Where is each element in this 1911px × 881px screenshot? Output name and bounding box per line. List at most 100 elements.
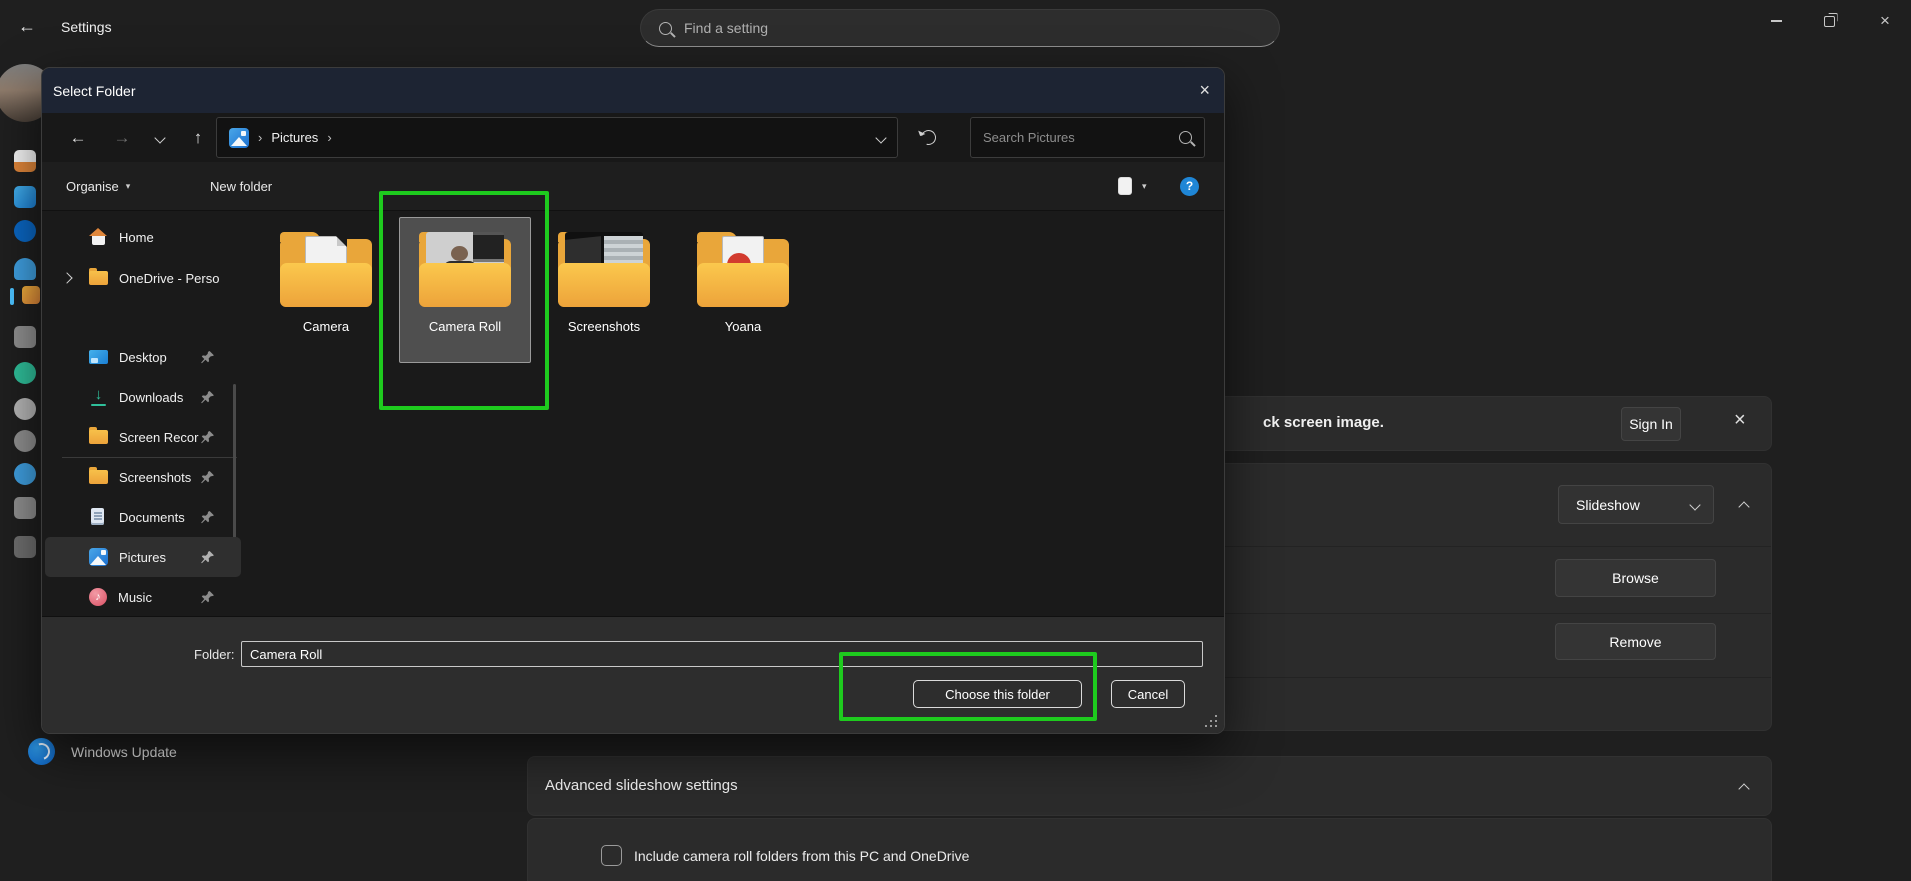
- gaming-nav-icon[interactable]: [14, 430, 36, 452]
- refresh-icon: [917, 127, 939, 148]
- sidebar-item-label: Home: [119, 229, 154, 245]
- home-icon: [89, 228, 108, 246]
- app-back-button[interactable]: ←: [18, 16, 36, 37]
- minimize-button[interactable]: [1753, 0, 1799, 42]
- sidebar-item-pictures[interactable]: Pictures: [45, 537, 241, 577]
- music-icon: ♪: [89, 588, 107, 606]
- remove-label: Remove: [1609, 633, 1662, 650]
- folder-tile-screenshots[interactable]: Screenshots: [538, 217, 670, 363]
- pin-icon: [201, 511, 214, 524]
- sidebar-item-music[interactable]: ♪ Music: [45, 577, 241, 617]
- pictures-location-icon: [229, 127, 249, 148]
- settings-search-input[interactable]: Find a setting: [640, 9, 1280, 47]
- dialog-title: Select Folder: [53, 82, 136, 99]
- view-options-button[interactable]: ▾: [1118, 162, 1147, 210]
- address-dropdown-chevron[interactable]: [875, 131, 887, 144]
- chevron-down-icon: [1689, 498, 1701, 511]
- pin-icon: [201, 431, 214, 444]
- sidebar-item-onedrive[interactable]: OneDrive - Perso: [45, 258, 241, 298]
- nav-back-button[interactable]: ←: [58, 113, 98, 162]
- pin-icon: [201, 471, 214, 484]
- cancel-button[interactable]: Cancel: [1111, 680, 1185, 708]
- up-arrow-icon: ↑: [193, 127, 203, 147]
- download-icon: ↓: [89, 387, 108, 406]
- search-icon: [659, 21, 672, 35]
- network-nav-icon[interactable]: [14, 258, 36, 280]
- breadcrumb-separator: ›: [258, 130, 263, 145]
- organise-menu-button[interactable]: Organise ▾: [66, 162, 130, 210]
- sign-in-button[interactable]: Sign In: [1621, 407, 1681, 441]
- resize-grip[interactable]: [1205, 715, 1217, 727]
- advanced-slideshow-card[interactable]: Advanced slideshow settings: [527, 756, 1772, 816]
- time-language-nav-icon[interactable]: [14, 398, 36, 420]
- dialog-toolbar: Organise ▾ New folder ▾ ?: [42, 162, 1224, 211]
- organise-label: Organise: [66, 178, 119, 194]
- dialog-close-button[interactable]: ×: [1199, 80, 1210, 101]
- folder-field-label: Folder:: [194, 647, 235, 662]
- sidebar-item-downloads[interactable]: ↓ Downloads: [45, 377, 241, 417]
- camera-roll-option-card: Include camera roll folders from this PC…: [527, 818, 1772, 881]
- sidebar-item-label: Documents: [119, 509, 185, 525]
- sidebar-item-label: Desktop: [119, 349, 167, 365]
- nav-forward-button[interactable]: →: [102, 113, 142, 162]
- sidebar-item-documents[interactable]: Documents: [45, 497, 241, 537]
- collapse-advanced-chevron[interactable]: [1738, 783, 1750, 795]
- pin-icon: [201, 351, 214, 364]
- sidebar-item-windows-update[interactable]: Windows Update: [28, 738, 177, 765]
- breadcrumb-pictures[interactable]: Pictures: [271, 130, 318, 145]
- folder-icon: [89, 467, 108, 488]
- recent-locations-button[interactable]: [144, 113, 176, 162]
- privacy-nav-icon[interactable]: [14, 497, 36, 519]
- highlight-box-camera-roll: [379, 191, 549, 410]
- sidebar-item-home[interactable]: Home: [45, 217, 241, 257]
- personalisation-nav-icon[interactable]: [22, 286, 40, 304]
- close-window-button[interactable]: ×: [1862, 0, 1908, 42]
- new-folder-button[interactable]: New folder: [210, 162, 272, 210]
- accessibility-nav-icon[interactable]: [14, 463, 36, 485]
- nav-up-button[interactable]: ↑: [178, 113, 218, 162]
- select-folder-dialog: Select Folder × ← → ↑ › Pictures › Searc…: [41, 67, 1225, 734]
- refresh-button[interactable]: [908, 113, 948, 162]
- folder-icon: [89, 268, 108, 289]
- folder-tile-yoana[interactable]: Yoana: [677, 217, 809, 363]
- folder-name: Yoana: [724, 319, 762, 334]
- caret-down-icon: ▾: [1142, 180, 1147, 191]
- app-titlebar: ← Settings Find a setting ×: [0, 0, 1911, 56]
- expand-chevron-icon[interactable]: [61, 272, 73, 284]
- sign-in-label: Sign In: [1629, 416, 1673, 432]
- background-type-dropdown[interactable]: Slideshow: [1558, 485, 1714, 524]
- banner-text-fragment: ck screen image.: [1263, 414, 1384, 431]
- extra-nav-icon[interactable]: [14, 536, 36, 558]
- pictures-icon: [89, 548, 108, 566]
- sidebar-item-label: Music: [118, 589, 152, 605]
- collapse-section-chevron[interactable]: [1738, 501, 1750, 513]
- home-nav-icon[interactable]: [14, 150, 36, 172]
- restore-button[interactable]: [1806, 0, 1852, 42]
- remove-button[interactable]: Remove: [1555, 623, 1716, 660]
- caret-down-icon: ▾: [125, 180, 131, 191]
- apps-nav-icon[interactable]: [14, 326, 36, 348]
- sidebar-item-label: Pictures: [119, 549, 166, 565]
- address-bar[interactable]: › Pictures ›: [216, 117, 898, 158]
- accounts-nav-icon[interactable]: [14, 362, 36, 384]
- dialog-titlebar[interactable]: Select Folder ×: [42, 68, 1224, 113]
- include-camera-roll-checkbox[interactable]: [601, 845, 622, 866]
- browse-label: Browse: [1612, 570, 1659, 586]
- system-nav-icon[interactable]: [14, 186, 36, 208]
- search-pictures-input[interactable]: Search Pictures: [970, 117, 1205, 158]
- pin-icon: [201, 391, 214, 404]
- help-button[interactable]: ?: [1180, 162, 1199, 210]
- browse-button[interactable]: Browse: [1555, 559, 1716, 597]
- dismiss-banner-button[interactable]: ×: [1734, 409, 1746, 432]
- sidebar-item-label: Downloads: [119, 389, 184, 405]
- folder-tile-camera[interactable]: Camera: [260, 217, 392, 363]
- back-arrow-icon: ←: [69, 127, 87, 147]
- sidebar-item-screen-recordings[interactable]: Screen Recor: [45, 417, 241, 457]
- search-pictures-placeholder: Search Pictures: [983, 130, 1075, 145]
- highlight-box-choose-button: [839, 652, 1097, 721]
- bluetooth-nav-icon[interactable]: [14, 220, 36, 242]
- dialog-nav-row: ← → ↑ › Pictures › Search Pictures: [42, 113, 1224, 162]
- sidebar-item-desktop[interactable]: Desktop: [45, 337, 241, 377]
- pin-icon: [201, 591, 214, 604]
- sidebar-item-screenshots[interactable]: Screenshots: [45, 457, 241, 497]
